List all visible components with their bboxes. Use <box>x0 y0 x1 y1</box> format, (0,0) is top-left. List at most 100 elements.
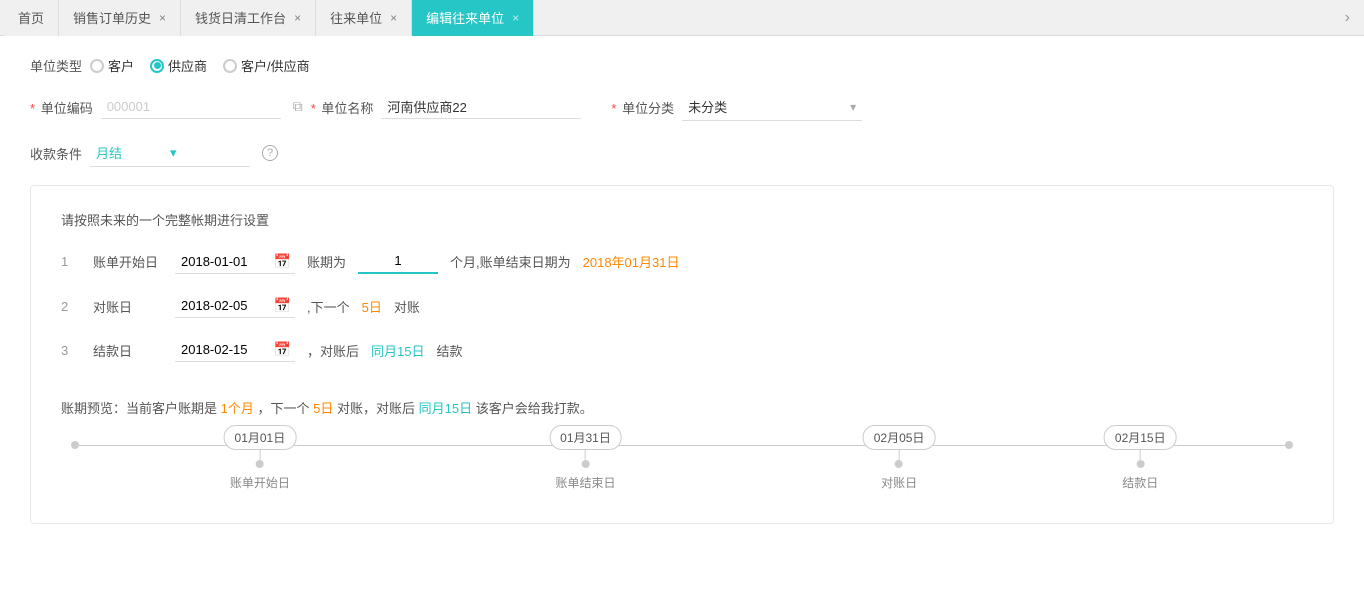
category-dropdown-icon: ▾ <box>850 100 856 114</box>
row-3-label: 结款日 <box>93 341 163 360</box>
row-3-date-wrapper[interactable]: 📅 <box>175 338 295 362</box>
preview-part3-suffix: 该客户会给我打款。 <box>476 401 593 416</box>
row-1-end-date: 2018年01月31日 <box>583 252 680 271</box>
unit-name-input[interactable] <box>381 95 581 119</box>
unit-code-input[interactable] <box>101 95 289 118</box>
node-4-label: 结款日 <box>1122 474 1158 491</box>
radio-customer-label: 客户 <box>108 56 134 75</box>
row-1-period-unit: 个月,账单结束日期为 <box>450 252 571 271</box>
node-2-label: 账单结束日 <box>556 474 616 491</box>
settings-box: 请按照未来的一个完整帐期进行设置 1 账单开始日 📅 账期为 个月,账单结束日期… <box>30 185 1334 524</box>
row-1-calendar-icon[interactable]: 📅 <box>270 253 295 270</box>
close-tab-edit-partner[interactable]: × <box>512 11 519 25</box>
tab-sales-history[interactable]: 销售订单历史 × <box>59 0 181 36</box>
timeline-node-3: 02月05日 对账日 <box>863 425 936 491</box>
radio-both-circle <box>223 59 237 73</box>
row-2-desc-prefix: ,下一个 <box>307 297 350 316</box>
close-tab-sales-history[interactable]: × <box>159 11 166 25</box>
unit-type-row: 单位类型 客户 供应商 客户/供应商 <box>30 56 1334 75</box>
preview-section: 账期预览：当前客户账期是 1个月 ，下一个 5日 对账，对账后 同月15日 该客… <box>61 382 1303 499</box>
node-3-badge: 02月05日 <box>863 425 936 450</box>
settings-row-2: 2 对账日 📅 ,下一个 5日 对账 <box>61 294 1303 318</box>
row-2-highlight: 5日 <box>362 297 382 316</box>
unit-name-item: * 单位名称 <box>311 95 582 119</box>
timeline-node-2: 01月31日 账单结束日 <box>549 425 622 491</box>
tab-home[interactable]: 首页 <box>4 0 59 36</box>
unit-info-row: * 单位编码 ⧉ * 单位名称 * 单位分类 未分类 ▾ <box>30 93 1334 121</box>
node-1-label: 账单开始日 <box>230 474 290 491</box>
preview-part2-prefix: ，下一个 <box>258 401 310 416</box>
unit-category-item: * 单位分类 未分类 ▾ <box>611 93 862 121</box>
unit-code-label: * 单位编码 <box>30 98 93 117</box>
preview-part3-highlight: 同月15日 <box>419 401 472 416</box>
row-2-desc-suffix: 对账 <box>394 297 420 316</box>
row-3-desc-suffix: 结款 <box>436 341 462 360</box>
tab-bar: 首页 销售订单历史 × 钱货日清工作台 × 往来单位 × 编辑往来单位 × › <box>0 0 1364 36</box>
row-2-label: 对账日 <box>93 297 163 316</box>
preview-part2-suffix: 对账，对账后 <box>337 401 415 416</box>
period-input[interactable] <box>358 249 438 274</box>
close-tab-cash-workbench[interactable]: × <box>294 11 301 25</box>
unit-type-radio-group: 客户 供应商 客户/供应商 <box>90 56 310 75</box>
preview-part1: 1个月 <box>221 401 254 416</box>
row-2-date-input[interactable] <box>175 294 270 317</box>
radio-customer[interactable]: 客户 <box>90 56 134 75</box>
unit-category-label: * 单位分类 <box>611 98 674 117</box>
radio-both[interactable]: 客户/供应商 <box>223 56 310 75</box>
tab-more-button[interactable]: › <box>1335 9 1360 27</box>
radio-supplier-label: 供应商 <box>168 56 207 75</box>
timeline-end-dot <box>1285 441 1293 449</box>
unit-type-label: 单位类型 <box>30 56 82 75</box>
unit-name-label: * 单位名称 <box>311 98 374 117</box>
tab-edit-partner[interactable]: 编辑往来单位 × <box>412 0 534 36</box>
unit-code-input-wrapper[interactable]: ⧉ <box>101 95 281 119</box>
node-2-badge: 01月31日 <box>549 425 622 450</box>
radio-supplier-circle <box>150 59 164 73</box>
tab-cash-workbench[interactable]: 钱货日清工作台 × <box>181 0 316 36</box>
payment-terms-dropdown-icon: ▾ <box>170 145 244 161</box>
preview-text: 账期预览：当前客户账期是 1个月 ，下一个 5日 对账，对账后 同月15日 该客… <box>61 398 1303 417</box>
row-2-calendar-icon[interactable]: 📅 <box>270 297 295 314</box>
payment-terms-label: 收款条件 <box>30 144 82 163</box>
copy-icon[interactable]: ⧉ <box>289 98 307 115</box>
timeline-node-1: 01月01日 账单开始日 <box>224 425 297 491</box>
unit-category-select[interactable]: 未分类 ▾ <box>682 93 862 121</box>
row-1-date-input[interactable] <box>175 250 270 273</box>
timeline-line: 01月01日 账单开始日 01月31日 账单结束日 02月05日 <box>79 445 1285 446</box>
unit-type-item: 单位类型 客户 供应商 客户/供应商 <box>30 56 310 75</box>
row-2-date-wrapper[interactable]: 📅 <box>175 294 295 318</box>
preview-part2-highlight: 5日 <box>313 401 333 416</box>
main-content: 单位类型 客户 供应商 客户/供应商 * <box>0 36 1364 608</box>
close-tab-partner-unit[interactable]: × <box>390 11 397 25</box>
help-icon[interactable]: ? <box>262 145 278 161</box>
row-3-highlight: 同月15日 <box>371 341 424 360</box>
tab-partner-unit[interactable]: 往来单位 × <box>316 0 412 36</box>
row-1-label: 账单开始日 <box>93 252 163 271</box>
timeline-start-dot <box>71 441 79 449</box>
timeline-node-4: 02月15日 结款日 <box>1104 425 1177 491</box>
preview-label: 账期预览：当前客户账期是 <box>61 401 217 416</box>
row-3-number: 3 <box>61 343 81 358</box>
settings-title: 请按照未来的一个完整帐期进行设置 <box>61 210 1303 229</box>
row-1-desc-prefix: 账期为 <box>307 252 346 271</box>
payment-terms-value: 月结 <box>96 143 170 162</box>
payment-terms-item: 收款条件 月结 ▾ ? <box>30 139 278 167</box>
settings-row-3: 3 结款日 📅 ，对账后 同月15日 结款 <box>61 338 1303 362</box>
row-1-date-wrapper[interactable]: 📅 <box>175 250 295 274</box>
row-3-desc-prefix: ，对账后 <box>307 341 359 360</box>
radio-both-label: 客户/供应商 <box>241 56 310 75</box>
row-1-number: 1 <box>61 254 81 269</box>
row-2-number: 2 <box>61 299 81 314</box>
settings-row-1: 1 账单开始日 📅 账期为 个月,账单结束日期为 2018年01月31日 <box>61 249 1303 274</box>
payment-terms-select[interactable]: 月结 ▾ <box>90 139 250 167</box>
payment-terms-row: 收款条件 月结 ▾ ? <box>30 139 1334 167</box>
node-4-badge: 02月15日 <box>1104 425 1177 450</box>
row-3-calendar-icon[interactable]: 📅 <box>270 341 295 358</box>
radio-customer-circle <box>90 59 104 73</box>
radio-supplier[interactable]: 供应商 <box>150 56 207 75</box>
row-3-date-input[interactable] <box>175 338 270 361</box>
timeline-container: 01月01日 账单开始日 01月31日 账单结束日 02月05日 <box>61 441 1303 449</box>
node-1-badge: 01月01日 <box>224 425 297 450</box>
node-3-label: 对账日 <box>881 474 917 491</box>
unit-category-value: 未分类 <box>688 97 850 116</box>
